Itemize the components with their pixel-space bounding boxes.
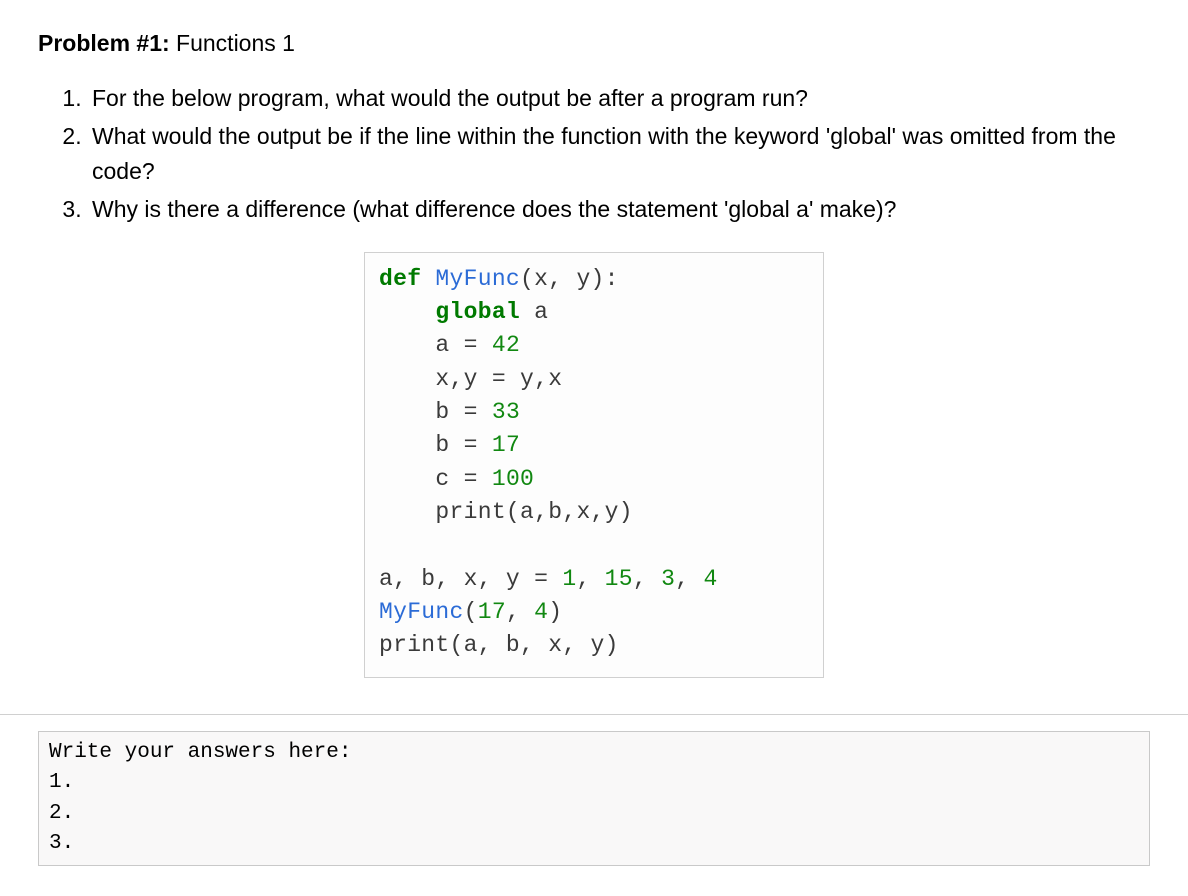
indent <box>379 366 435 392</box>
answer-line: 3. <box>49 832 74 855</box>
code-text: print(a, b, x, y) <box>379 632 619 658</box>
code-block: def MyFunc(x, y): global a a = 42 x,y = … <box>364 252 824 678</box>
code-text: (x, y): <box>520 266 619 292</box>
answers-box[interactable]: Write your answers here: 1. 2. 3. <box>38 731 1150 867</box>
answer-line: 1. <box>49 771 74 794</box>
function-name: MyFunc <box>421 266 520 292</box>
num-literal: 17 <box>492 432 520 458</box>
answer-line: 2. <box>49 802 74 825</box>
num-literal: 15 <box>605 566 633 592</box>
code-text: c = <box>435 466 491 492</box>
problem-title: Functions 1 <box>170 30 295 56</box>
num-literal: 42 <box>492 332 520 358</box>
question-item: Why is there a difference (what differen… <box>88 192 1150 228</box>
section-divider <box>0 714 1188 715</box>
code-text: b = <box>435 432 491 458</box>
num-literal: 33 <box>492 399 520 425</box>
question-item: What would the output be if the line wit… <box>88 119 1150 190</box>
num-literal: 100 <box>492 466 534 492</box>
code-text: ( <box>464 599 478 625</box>
code-text: a = <box>435 332 491 358</box>
question-item: For the below program, what would the ou… <box>88 81 1150 117</box>
indent <box>379 299 435 325</box>
code-text: , <box>506 599 534 625</box>
indent <box>379 499 435 525</box>
code-text: ) <box>548 599 562 625</box>
kw-global: global <box>435 299 520 325</box>
code-text: b = <box>435 399 491 425</box>
num-literal: 3 <box>661 566 675 592</box>
indent <box>379 332 435 358</box>
answers-heading: Write your answers here: <box>49 741 351 764</box>
num-literal: 1 <box>562 566 576 592</box>
indent <box>379 466 435 492</box>
function-call: MyFunc <box>379 599 464 625</box>
problem-number: Problem #1: <box>38 30 170 56</box>
questions-list: For the below program, what would the ou… <box>56 81 1150 228</box>
code-text: x,y = y,x <box>435 366 562 392</box>
kw-def: def <box>379 266 421 292</box>
indent <box>379 432 435 458</box>
code-text: a <box>520 299 548 325</box>
code-text: print(a,b,x,y) <box>435 499 632 525</box>
problem-heading: Problem #1: Functions 1 <box>38 30 1150 57</box>
code-text: a, b, x, y = <box>379 566 562 592</box>
num-literal: 17 <box>478 599 506 625</box>
indent <box>379 399 435 425</box>
num-literal: 4 <box>534 599 548 625</box>
num-literal: 4 <box>703 566 717 592</box>
